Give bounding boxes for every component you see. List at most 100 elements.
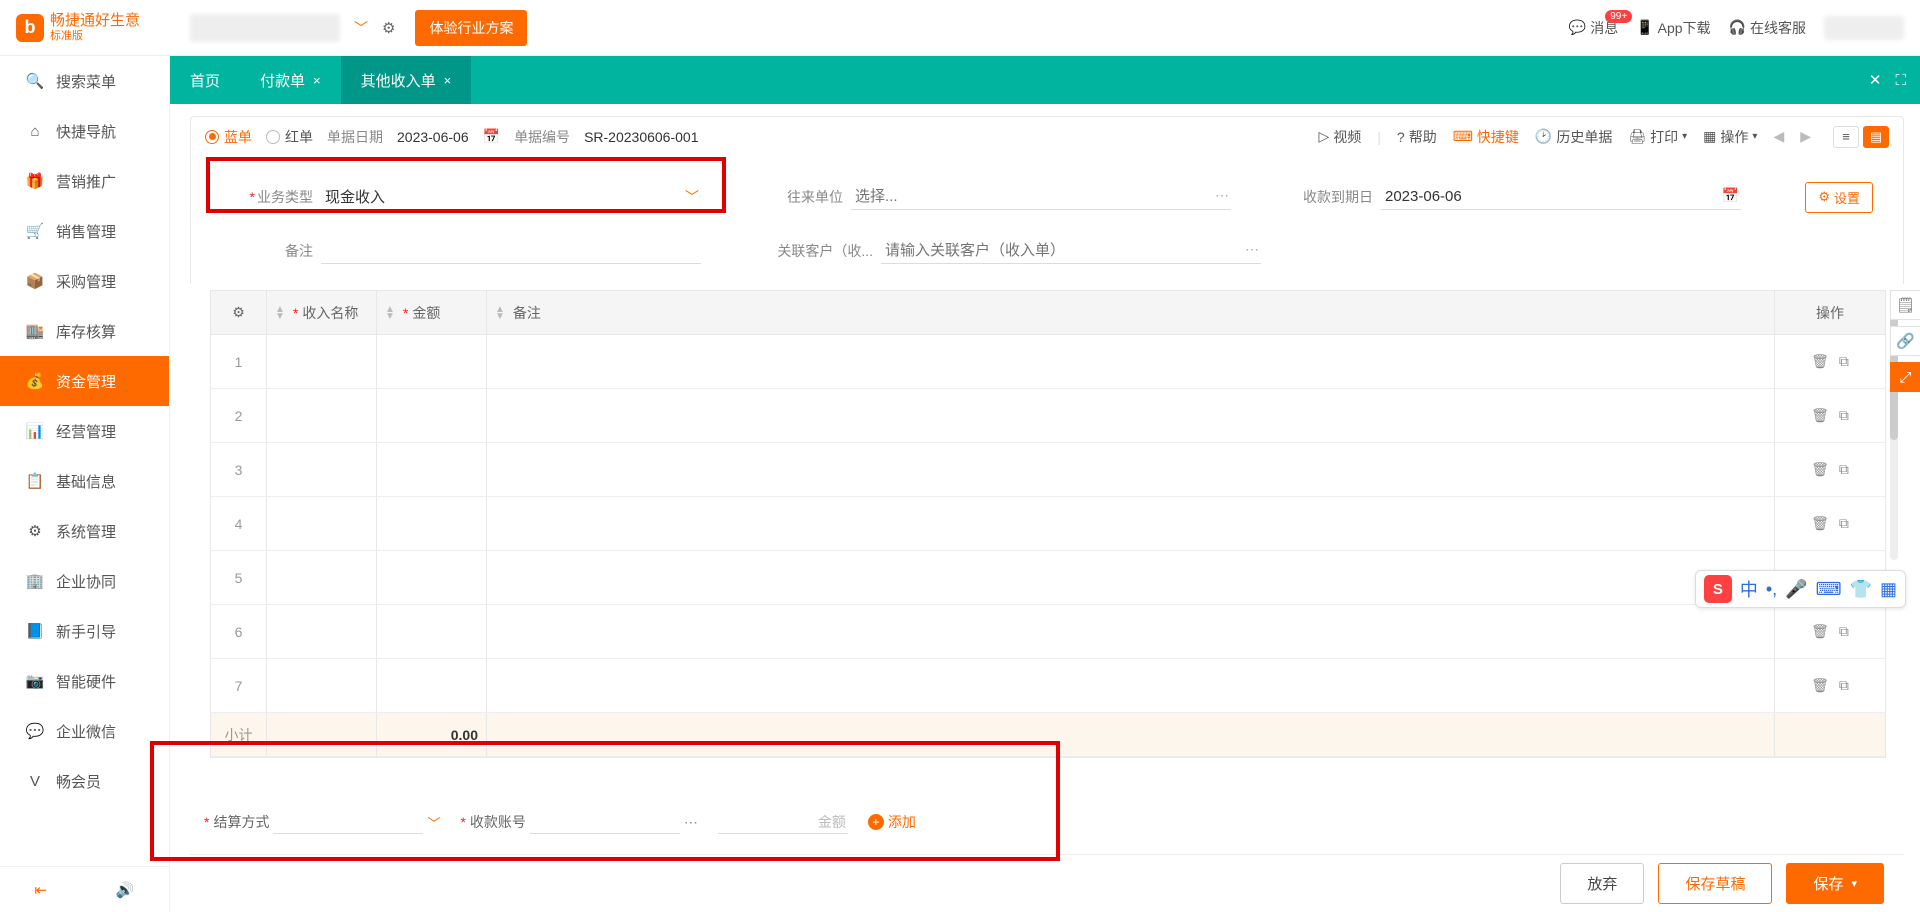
save-draft-button[interactable]: 保存草稿 [1658,863,1772,904]
col-amount[interactable]: 金额 [412,303,440,323]
tab-2[interactable]: 其他收入单× [341,56,472,104]
save-button[interactable]: 保存▾ [1786,863,1884,904]
sidebar-item-4[interactable]: 📦采购管理 [0,256,169,306]
more-icon[interactable]: ⋯ [1245,241,1259,258]
amount-input[interactable] [718,811,848,834]
next-icon[interactable]: ▶ [1800,128,1811,145]
ime-keyboard-icon[interactable]: ⌨ [1816,579,1842,600]
cell-income-name[interactable] [267,659,377,712]
online-service-button[interactable]: 🎧 在线客服 [1729,18,1806,38]
cell-amount[interactable] [377,605,487,658]
delete-icon[interactable]: 🗑 [1811,677,1829,694]
cell-income-name[interactable] [267,605,377,658]
copy-icon[interactable]: ⧉ [1839,677,1849,694]
cell-amount[interactable] [377,389,487,442]
copy-icon[interactable]: ⧉ [1839,353,1849,370]
user-name[interactable] [1824,16,1904,40]
sidebar-item-9[interactable]: ⚙系统管理 [0,506,169,556]
chevron-down-icon[interactable]: ﹀ [354,18,368,38]
delete-icon[interactable]: 🗑 [1811,623,1829,640]
table-row[interactable]: 3 🗑 ⧉ [211,443,1885,497]
org-name[interactable] [190,14,340,42]
table-row[interactable]: 2 🗑 ⧉ [211,389,1885,443]
tab-1[interactable]: 付款单× [240,56,341,104]
video-button[interactable]: ▷视频 [1318,127,1361,147]
trial-button[interactable]: 体验行业方案 [415,10,527,46]
more-icon[interactable]: ⋯ [684,814,698,831]
delete-icon[interactable]: 🗑 [1811,515,1829,532]
ime-bar[interactable]: S 中 •, 🎤 ⌨ 👕 ▦ [1695,570,1906,608]
view-card-button[interactable]: ▤ [1863,126,1889,148]
cell-amount[interactable] [377,335,487,388]
table-row[interactable]: 5 🗑 ⧉ [211,551,1885,605]
history-button[interactable]: 🕑历史单据 [1535,127,1612,147]
cell-remark[interactable] [487,551,1775,604]
due-date-input[interactable] [1381,184,1741,210]
gear-icon[interactable]: ⚙ [382,19,395,37]
sidebar-item-5[interactable]: 🏬库存核算 [0,306,169,356]
discard-button[interactable]: 放弃 [1560,863,1644,904]
copy-icon[interactable]: ⧉ [1839,407,1849,424]
chevron-down-icon[interactable]: ﹀ [685,187,699,207]
sound-icon[interactable]: 🔊 [116,881,135,899]
copy-icon[interactable]: ⧉ [1839,515,1849,532]
biz-type-input[interactable] [321,184,701,210]
cell-remark[interactable] [487,335,1775,388]
sidebar-item-3[interactable]: 🛒销售管理 [0,206,169,256]
ime-skin-icon[interactable]: 👕 [1850,579,1872,600]
sidebar-item-11[interactable]: 📘新手引导 [0,606,169,656]
link-tool-icon[interactable]: 🔗 [1890,326,1920,356]
sidebar-item-0[interactable]: 🔍搜索菜单 [0,56,169,106]
cell-income-name[interactable] [267,335,377,388]
expand-tool-icon[interactable]: ⤢ [1890,362,1920,392]
delete-icon[interactable]: 🗑 [1811,461,1829,478]
ime-lang[interactable]: 中 [1740,576,1758,602]
calendar-icon[interactable]: 📅 [1722,187,1739,204]
ime-toolbox-icon[interactable]: ▦ [1880,579,1897,600]
sidebar-item-2[interactable]: 🎁营销推广 [0,156,169,206]
operate-button[interactable]: ▦操作▾ [1703,127,1757,147]
app-download-button[interactable]: 📱 App下载 [1636,18,1710,38]
cell-amount[interactable] [377,443,487,496]
table-row[interactable]: 7 🗑 ⧉ [211,659,1885,713]
messages-button[interactable]: 💬 消息 99+ [1569,18,1618,38]
col-income-name[interactable]: 收入名称 [302,303,358,323]
partner-input[interactable] [851,184,1231,210]
calendar-icon[interactable]: 📅 [483,128,500,145]
note-tool-icon[interactable]: 🗒 [1890,290,1920,320]
radio-red[interactable]: 红单 [266,127,313,147]
sidebar-item-13[interactable]: 💬企业微信 [0,706,169,756]
table-row[interactable]: 4 🗑 ⧉ [211,497,1885,551]
cell-amount[interactable] [377,497,487,550]
prev-icon[interactable]: ◀ [1773,128,1784,145]
sidebar-item-10[interactable]: 🏢企业协同 [0,556,169,606]
sidebar-item-8[interactable]: 📋基础信息 [0,456,169,506]
help-button[interactable]: ?帮助 [1397,127,1437,147]
sidebar-item-6[interactable]: 💰资金管理 [0,356,169,406]
print-button[interactable]: 🖨打印▾ [1628,127,1687,147]
sidebar-item-12[interactable]: 📷智能硬件 [0,656,169,706]
rel-customer-input[interactable] [881,238,1261,264]
close-icon[interactable]: × [444,73,452,88]
table-row[interactable]: 6 🗑 ⧉ [211,605,1885,659]
copy-icon[interactable]: ⧉ [1839,461,1849,478]
close-icon[interactable]: × [313,73,321,88]
view-list-button[interactable]: ≡ [1833,126,1859,148]
shortcut-button[interactable]: ⌨快捷键 [1453,127,1519,147]
cell-remark[interactable] [487,389,1775,442]
more-icon[interactable]: ⋯ [1215,187,1229,204]
col-remark[interactable]: 备注 [513,303,541,323]
delete-icon[interactable]: 🗑 [1811,353,1829,370]
chevron-down-icon[interactable]: ﹀ [427,813,440,832]
sidebar-item-7[interactable]: 📊经营管理 [0,406,169,456]
tab-0[interactable]: 首页 [170,56,240,104]
cell-remark[interactable] [487,443,1775,496]
cell-remark[interactable] [487,605,1775,658]
delete-icon[interactable]: 🗑 [1811,407,1829,424]
add-settlement-button[interactable]: + 添加 [868,812,916,832]
cell-amount[interactable] [377,551,487,604]
copy-icon[interactable]: ⧉ [1839,623,1849,640]
sidebar-item-1[interactable]: ⌂快捷导航 [0,106,169,156]
table-row[interactable]: 1 🗑 ⧉ [211,335,1885,389]
radio-blue[interactable]: 蓝单 [205,127,252,147]
